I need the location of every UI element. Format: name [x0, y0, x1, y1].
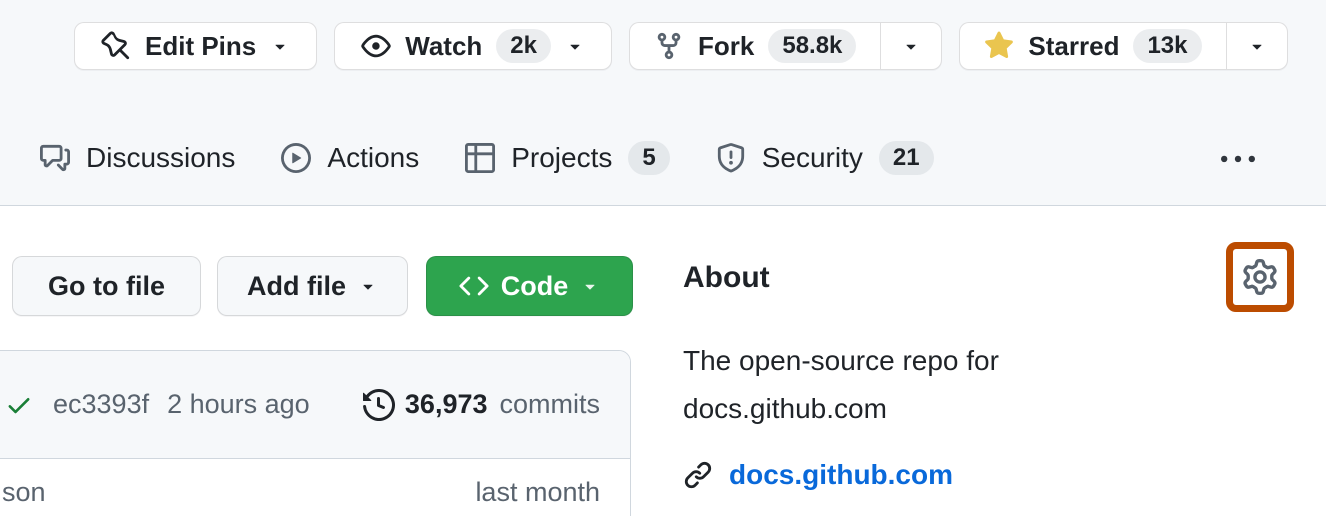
- repo-tab-nav: Discussions Actions Projects 5 Security …: [17, 126, 957, 190]
- star-button-group: Starred 13k: [959, 22, 1287, 70]
- star-fill-icon: [984, 31, 1014, 61]
- watch-count-badge: 2k: [496, 29, 551, 64]
- watch-label: Watch: [405, 31, 482, 62]
- code-button[interactable]: Code: [426, 256, 633, 316]
- chevron-down-icon: [580, 276, 600, 296]
- history-icon: [363, 389, 395, 421]
- about-website-row: docs.github.com: [683, 459, 953, 491]
- code-icon: [459, 271, 489, 301]
- projects-count-badge: 5: [628, 141, 669, 176]
- tab-label: Security: [762, 142, 863, 174]
- star-count-badge: 13k: [1133, 29, 1201, 64]
- link-icon: [683, 460, 713, 490]
- commit-count: 36,973: [405, 389, 488, 420]
- watch-button[interactable]: Watch 2k: [334, 22, 612, 70]
- play-icon: [281, 143, 311, 173]
- table-icon: [465, 143, 495, 173]
- starred-label: Starred: [1028, 31, 1119, 62]
- pin-icon: [101, 31, 131, 61]
- chevron-down-icon: [358, 276, 378, 296]
- website-link[interactable]: docs.github.com: [729, 459, 953, 491]
- tab-label: Discussions: [86, 142, 235, 174]
- fork-label: Fork: [698, 31, 754, 62]
- repo-content: Go to file Add file Code About The open-…: [0, 207, 1326, 516]
- tab-overflow-button[interactable]: [1210, 138, 1266, 182]
- gear-icon: [1242, 259, 1278, 295]
- about-description-line: The open-source repo for: [683, 337, 999, 385]
- file-updated-time: last month: [475, 477, 600, 508]
- repo-forked-icon: [654, 31, 684, 61]
- repo-settings-highlight[interactable]: [1226, 242, 1294, 312]
- star-dropdown-button[interactable]: [1226, 23, 1287, 69]
- file-row: son last month: [0, 459, 630, 516]
- add-file-button[interactable]: Add file: [217, 256, 408, 316]
- eye-icon: [361, 31, 391, 61]
- starred-button[interactable]: Starred 13k: [960, 23, 1225, 69]
- fork-button[interactable]: Fork 58.8k: [630, 23, 880, 69]
- code-label: Code: [501, 271, 569, 302]
- repo-page: Edit Pins Watch 2k Fork 58.8k: [0, 0, 1326, 516]
- fork-count-badge: 58.8k: [768, 29, 856, 64]
- file-browser-panel: ec3393f 2 hours ago 36,973 commits son l…: [0, 350, 631, 516]
- kebab-horizontal-icon: [1221, 143, 1255, 177]
- chevron-down-icon: [1247, 36, 1267, 56]
- shield-icon: [716, 143, 746, 173]
- tab-projects[interactable]: Projects 5: [442, 126, 693, 190]
- add-file-label: Add file: [247, 271, 346, 302]
- about-description-line: docs.github.com: [683, 385, 999, 433]
- commit-history-link[interactable]: 36,973 commits: [363, 389, 600, 421]
- edit-pins-label: Edit Pins: [145, 31, 256, 62]
- security-count-badge: 21: [879, 141, 934, 176]
- commits-label: commits: [500, 389, 601, 420]
- chevron-down-icon: [270, 36, 290, 56]
- tab-security[interactable]: Security 21: [693, 126, 957, 190]
- fork-button-group: Fork 58.8k: [629, 22, 942, 70]
- repo-action-buttons: Edit Pins Watch 2k Fork 58.8k: [74, 22, 1288, 70]
- go-to-file-label: Go to file: [48, 271, 165, 302]
- edit-pins-button[interactable]: Edit Pins: [74, 22, 317, 70]
- tab-label: Actions: [327, 142, 419, 174]
- tab-actions[interactable]: Actions: [258, 126, 442, 190]
- chevron-down-icon: [565, 36, 585, 56]
- about-title: About: [683, 261, 770, 295]
- fork-dropdown-button[interactable]: [880, 23, 941, 69]
- repo-header: Edit Pins Watch 2k Fork 58.8k: [0, 0, 1326, 206]
- tab-label: Projects: [511, 142, 612, 174]
- file-name-fragment[interactable]: son: [2, 477, 46, 508]
- commit-sha-link[interactable]: ec3393f: [53, 389, 149, 420]
- go-to-file-button[interactable]: Go to file: [12, 256, 201, 316]
- tab-discussions[interactable]: Discussions: [17, 126, 258, 190]
- check-icon: [5, 391, 33, 419]
- chevron-down-icon: [901, 36, 921, 56]
- commit-time: 2 hours ago: [167, 389, 310, 420]
- comment-discussion-icon: [40, 143, 70, 173]
- about-description: The open-source repo for docs.github.com: [683, 337, 999, 433]
- latest-commit-bar: ec3393f 2 hours ago 36,973 commits: [0, 351, 630, 459]
